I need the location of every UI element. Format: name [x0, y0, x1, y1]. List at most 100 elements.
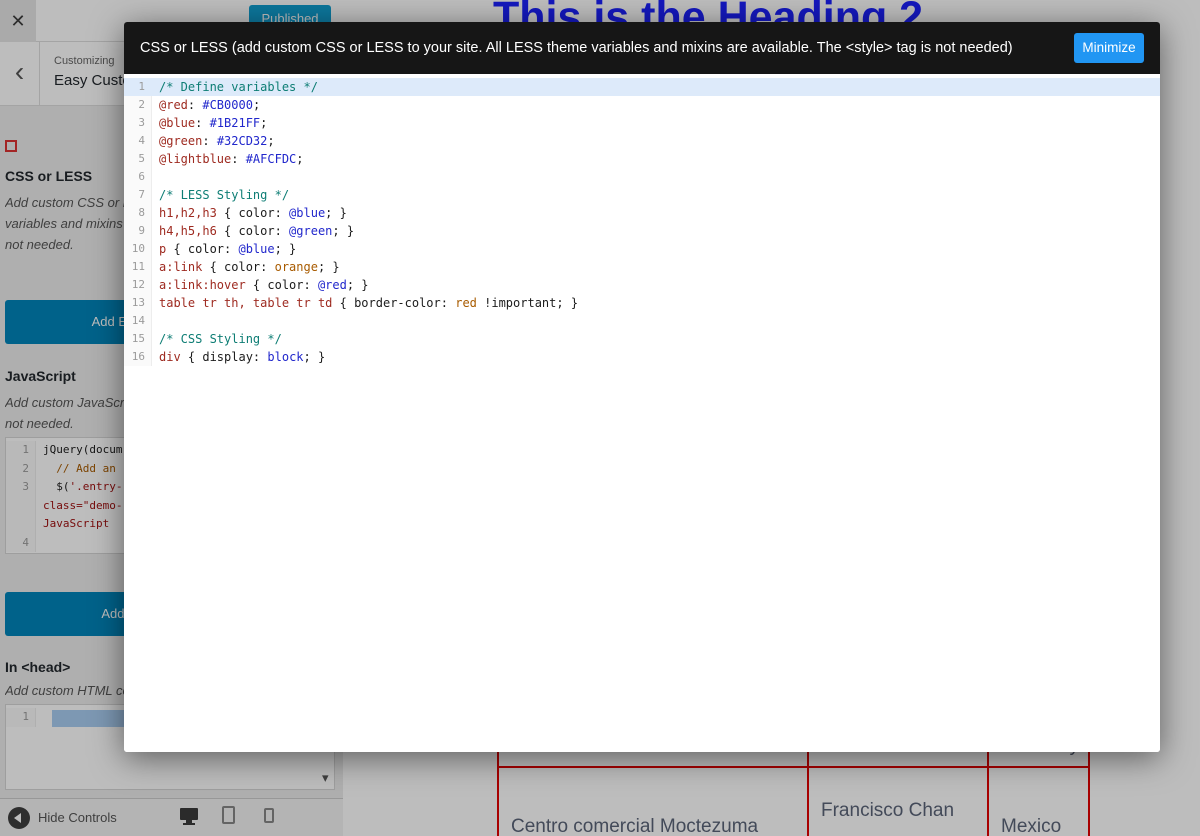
- code-token: div: [159, 350, 181, 364]
- code-text: h1,h2,h3 { color: @blue; }: [152, 204, 347, 222]
- line-number: 4: [124, 132, 152, 150]
- code-token: :: [231, 152, 246, 166]
- code-text: @green: #32CD32;: [152, 132, 275, 150]
- code-token: block: [267, 350, 304, 364]
- code-line[interactable]: 10 p { color: @blue; }: [124, 240, 1160, 258]
- code-line[interactable]: 4 @green: #32CD32;: [124, 132, 1160, 150]
- code-line[interactable]: 9 h4,h5,h6 { color: @green; }: [124, 222, 1160, 240]
- line-number: 13: [124, 294, 152, 312]
- code-line[interactable]: 5 @lightblue: #AFCFDC;: [124, 150, 1160, 168]
- code-token: ; }: [325, 206, 347, 220]
- code-line[interactable]: 15 /* CSS Styling */: [124, 330, 1160, 348]
- code-token: !important; }: [476, 296, 579, 310]
- code-token: h4,h5,h6: [159, 224, 217, 238]
- code-text: p { color: @blue; }: [152, 240, 296, 258]
- code-token: { color:: [202, 260, 275, 274]
- line-number: 8: [124, 204, 152, 222]
- code-text: a:link:hover { color: @red; }: [152, 276, 369, 294]
- code-text: @red: #CB0000;: [152, 96, 260, 114]
- code-token: ; }: [346, 278, 369, 292]
- css-editor-modal: CSS or LESS (add custom CSS or LESS to y…: [124, 22, 1160, 752]
- code-token: ;: [252, 98, 261, 112]
- code-token: { border-color:: [332, 296, 456, 310]
- code-line[interactable]: 6: [124, 168, 1160, 186]
- code-token: :: [202, 134, 217, 148]
- line-number: 12: [124, 276, 152, 294]
- code-token: table tr th, table tr td: [159, 296, 333, 310]
- code-token: #1B21FF: [209, 116, 261, 130]
- code-token: { color:: [216, 224, 290, 238]
- line-number: 2: [124, 96, 152, 114]
- code-token: #AFCFDC: [245, 152, 297, 166]
- css-code-editor[interactable]: 1/* Define variables */2 @red: #CB0000; 3 @…: [124, 74, 1160, 752]
- code-token: :: [187, 98, 203, 112]
- line-number: 7: [124, 186, 152, 204]
- line-number: 16: [124, 348, 152, 366]
- code-text: table tr th, table tr td { border-color:…: [152, 294, 578, 312]
- code-token: { display:: [180, 350, 268, 364]
- code-token: @green: [159, 134, 203, 148]
- code-token: ; }: [332, 224, 355, 238]
- code-token: orange: [274, 260, 318, 274]
- minimize-button[interactable]: Minimize: [1074, 33, 1144, 63]
- code-token: ;: [267, 134, 275, 148]
- code-token: @lightblue: [159, 152, 232, 166]
- code-line[interactable]: 8 h1,h2,h3 { color: @blue; }: [124, 204, 1160, 222]
- code-token: /* CSS Styling */: [159, 332, 282, 346]
- code-token: @blue: [289, 206, 326, 220]
- code-token: red: [455, 296, 477, 310]
- modal-title: CSS or LESS (add custom CSS or LESS to y…: [140, 40, 1013, 56]
- code-token: @blue: [159, 116, 196, 130]
- code-line[interactable]: 13 table tr th, table tr td { border-colo…: [124, 294, 1160, 312]
- code-token: ; }: [317, 260, 340, 274]
- code-token: { color:: [216, 206, 290, 220]
- code-token: #32CD32: [216, 134, 268, 148]
- code-token: /* Define variables */: [159, 80, 318, 94]
- line-number: 3: [124, 114, 152, 132]
- code-token: :: [195, 116, 210, 130]
- code-token: #CB0000: [202, 98, 253, 112]
- line-number: 1: [138, 80, 145, 93]
- code-token: a:link: [159, 260, 203, 274]
- line-number: 11: [124, 258, 152, 276]
- code-token: ;: [296, 152, 304, 166]
- code-token: ; }: [274, 242, 297, 256]
- line-number: 15: [124, 330, 152, 348]
- line-number: 14: [124, 312, 152, 330]
- code-text: div { display: block; }: [152, 348, 325, 366]
- code-line[interactable]: 14: [124, 312, 1160, 330]
- line-number: 6: [124, 168, 152, 186]
- code-token: { color:: [245, 278, 318, 292]
- code-line[interactable]: 3 @blue: #1B21FF;: [124, 114, 1160, 132]
- code-token: @blue: [238, 242, 275, 256]
- code-token: ; }: [303, 350, 326, 364]
- code-token: { color:: [166, 242, 239, 256]
- modal-header: CSS or LESS (add custom CSS or LESS to y…: [124, 22, 1160, 74]
- code-token: @green: [289, 224, 333, 238]
- code-line[interactable]: 1 /* Define variables */: [124, 78, 1160, 96]
- line-number: 10: [124, 240, 152, 258]
- line-number: 9: [124, 222, 152, 240]
- line-number: 5: [124, 150, 152, 168]
- code-token: @red: [317, 278, 347, 292]
- screen: This is the Heading 2 Alfreds Futterkist…: [0, 0, 1200, 836]
- code-text: @blue: #1B21FF;: [152, 114, 267, 132]
- code-token: a:link:hover: [159, 278, 246, 292]
- code-line[interactable]: 11 a:link { color: orange; }: [124, 258, 1160, 276]
- code-line[interactable]: 2 @red: #CB0000;: [124, 96, 1160, 114]
- code-line[interactable]: 7 /* LESS Styling */: [124, 186, 1160, 204]
- code-text: /* Define variables */: [152, 78, 318, 96]
- code-text: a:link { color: orange; }: [152, 258, 340, 276]
- code-text: @lightblue: #AFCFDC;: [152, 150, 304, 168]
- code-line[interactable]: 16 div { display: block; }: [124, 348, 1160, 366]
- code-token: h1,h2,h3: [159, 206, 217, 220]
- code-token: @red: [159, 98, 188, 112]
- code-token: ;: [260, 116, 268, 130]
- code-line[interactable]: 12 a:link:hover { color: @red; }: [124, 276, 1160, 294]
- code-text: /* LESS Styling */: [152, 186, 289, 204]
- code-text: h4,h5,h6 { color: @green; }: [152, 222, 354, 240]
- code-text: /* CSS Styling */: [152, 330, 282, 348]
- code-token: /* LESS Styling */: [159, 188, 290, 202]
